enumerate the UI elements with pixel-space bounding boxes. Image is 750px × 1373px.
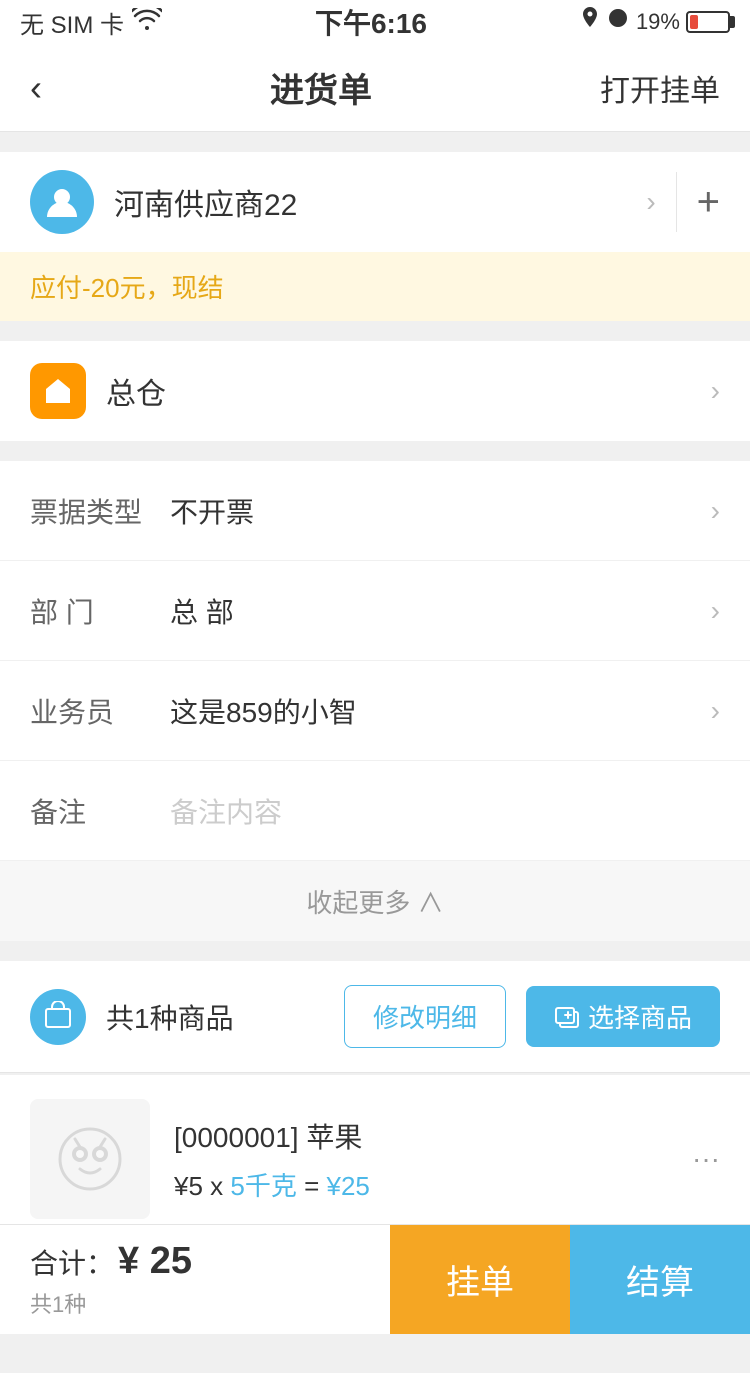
add-supplier-button[interactable]: + — [697, 180, 720, 225]
status-left: 无 SIM 卡 — [20, 5, 162, 40]
nav-bar: ‹ 进货单 打开挂单 — [0, 44, 750, 132]
hang-button[interactable]: 挂单 — [390, 1225, 570, 1334]
form-section: 票据类型 不开票 › 部 门 总 部 › 业务员 这是859的小智 › 备注 备… — [0, 461, 750, 861]
department-label: 部 门 — [30, 591, 170, 631]
supplier-section: 河南供应商22 › + 应付-20元，现结 — [0, 152, 750, 321]
product-thumbnail — [30, 1099, 150, 1219]
select-product-label: 选择商品 — [588, 998, 692, 1035]
wifi-icon — [132, 8, 162, 37]
form-row-department[interactable]: 部 门 总 部 › — [0, 561, 750, 661]
gap1 — [0, 132, 750, 152]
supplier-chevron-icon: › — [646, 186, 655, 218]
product-count-label: 共1种商品 — [106, 997, 324, 1037]
product-price: ¥5 x 5千克 = ¥25 — [174, 1166, 668, 1203]
product-qty: 5千克 — [230, 1171, 296, 1201]
bottom-bar: 合计： ¥ 25 共1种 挂单 结算 — [0, 1224, 750, 1334]
gap2 — [0, 321, 750, 341]
settle-button[interactable]: 结算 — [570, 1225, 750, 1334]
form-row-ticket[interactable]: 票据类型 不开票 › — [0, 461, 750, 561]
supplier-row[interactable]: 河南供应商22 › + — [0, 152, 750, 252]
department-value: 总 部 — [170, 591, 711, 631]
total-sub-label: 共1种 — [30, 1287, 360, 1319]
salesperson-chevron-icon: › — [711, 695, 720, 727]
department-chevron-icon: › — [711, 595, 720, 627]
salesperson-value: 这是859的小智 — [170, 691, 711, 731]
total-label: 合计： — [30, 1242, 114, 1282]
status-bar: 无 SIM 卡 下午6:16 19% — [0, 0, 750, 44]
collapse-button[interactable]: 收起更多 ∧ — [0, 861, 750, 941]
product-unit-price: ¥5 — [174, 1171, 203, 1201]
form-row-salesperson[interactable]: 业务员 这是859的小智 › — [0, 661, 750, 761]
location-icon — [580, 7, 600, 37]
status-time: 下午6:16 — [315, 2, 427, 42]
ticket-chevron-icon: › — [711, 495, 720, 527]
open-pending-button[interactable]: 打开挂单 — [600, 66, 720, 110]
gap5 — [0, 1072, 750, 1073]
form-row-remark[interactable]: 备注 备注内容 — [0, 761, 750, 861]
remark-input[interactable]: 备注内容 — [170, 791, 720, 831]
product-code: [0000001] 苹果 — [174, 1116, 668, 1156]
warehouse-icon — [30, 363, 86, 419]
ticket-label: 票据类型 — [30, 491, 170, 531]
product-equals: = — [304, 1171, 326, 1201]
salesperson-label: 业务员 — [30, 691, 170, 731]
product-more-button[interactable]: ··· — [692, 1143, 720, 1175]
bottom-total-area: 合计： ¥ 25 共1种 — [0, 1225, 390, 1334]
product-total: ¥25 — [327, 1171, 370, 1201]
warehouse-chevron-icon: › — [711, 375, 720, 407]
product-info: [0000001] 苹果 ¥5 x 5千克 = ¥25 — [174, 1116, 668, 1203]
product-multiply: x — [210, 1171, 230, 1201]
status-right: 19% — [580, 7, 730, 37]
remark-label: 备注 — [30, 791, 170, 831]
warehouse-name: 总仓 — [106, 369, 711, 413]
supplier-name: 河南供应商22 — [114, 180, 646, 224]
ticket-value: 不开票 — [170, 491, 711, 531]
divider — [676, 172, 677, 232]
warehouse-row[interactable]: 总仓 › — [0, 341, 750, 441]
product-item: [0000001] 苹果 ¥5 x 5千克 = ¥25 ··· — [0, 1075, 750, 1243]
product-section-icon — [30, 989, 86, 1045]
alarm-icon — [606, 7, 630, 37]
total-amount: ¥ 25 — [118, 1240, 192, 1283]
gap3 — [0, 441, 750, 461]
battery-text: 19% — [636, 9, 680, 35]
gap4 — [0, 941, 750, 961]
battery-icon — [686, 11, 730, 33]
notice-bar: 应付-20元，现结 — [0, 252, 750, 321]
supplier-avatar — [30, 170, 94, 234]
carrier-text: 无 SIM 卡 — [20, 5, 124, 40]
back-button[interactable]: ‹ — [30, 67, 42, 109]
select-product-button[interactable]: 选择商品 — [526, 986, 720, 1047]
edit-detail-button[interactable]: 修改明细 — [344, 985, 506, 1048]
product-section-header: 共1种商品 修改明细 选择商品 — [0, 961, 750, 1072]
page-title: 进货单 — [270, 63, 372, 112]
